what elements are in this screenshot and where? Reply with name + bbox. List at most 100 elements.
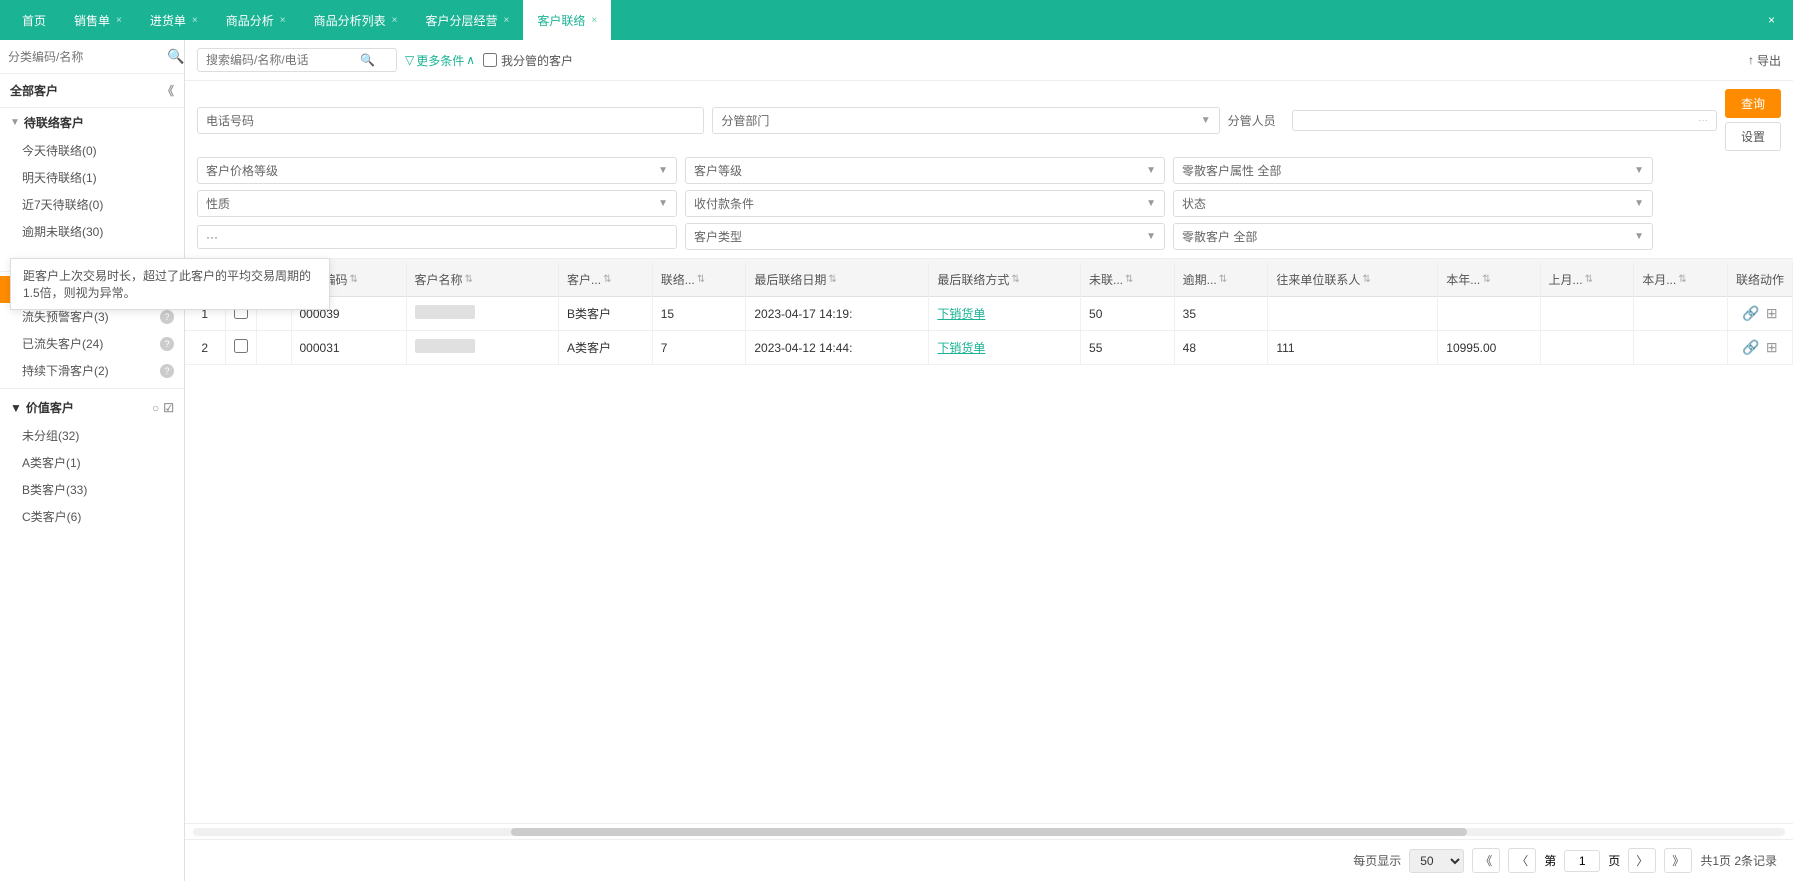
my-customers-checkbox-label[interactable]: 我分管的客户: [483, 52, 573, 69]
contact-person-sort-icon[interactable]: ⇅: [1362, 274, 1370, 285]
dept-field[interactable]: 分管部门 ▼: [712, 107, 1219, 134]
prev-page-button[interactable]: 〈: [1508, 848, 1536, 873]
page-input[interactable]: [1564, 850, 1600, 872]
first-page-button[interactable]: 《: [1472, 848, 1500, 873]
type-sort-icon[interactable]: ⇅: [603, 274, 611, 285]
status-field[interactable]: 状态 ▼: [1173, 190, 1653, 217]
retail-attr-field[interactable]: 零散客户属性 全部 ▼: [1173, 157, 1653, 184]
overdue-sort-icon[interactable]: ⇅: [1219, 274, 1227, 285]
status-dropdown-icon: ▼: [1634, 198, 1644, 209]
payment-dropdown-icon: ▼: [1146, 198, 1156, 209]
sidebar-all-customers-header: 全部客户 《: [0, 74, 184, 108]
sidebar-item-already-lost[interactable]: 已流失客户(24) ?: [0, 330, 184, 357]
row2-grid-icon[interactable]: ⊞: [1766, 339, 1778, 356]
name-sort-icon[interactable]: ⇅: [465, 274, 473, 285]
export-button[interactable]: ↑ 导出: [1748, 52, 1781, 69]
sidebar-search-icon[interactable]: 🔍: [167, 48, 184, 65]
sidebar-item-a-class[interactable]: A类客户(1): [0, 449, 184, 476]
pending-group-label[interactable]: ▼ 待联络客户: [0, 108, 184, 137]
sidebar-search-input[interactable]: [8, 50, 163, 64]
contact-sort-icon[interactable]: ⇅: [697, 274, 705, 285]
this-year-sort-icon[interactable]: ⇅: [1482, 274, 1490, 285]
nav-goods-analysis-list[interactable]: 商品分析列表 ×: [300, 0, 412, 40]
sidebar: 🔍 全部客户 《 ▼ 待联络客户 今天待联络(0) 明天待联络(1) 近7天待联…: [0, 40, 185, 881]
more-filter-dots[interactable]: ···: [197, 225, 677, 249]
payment-field[interactable]: 收付款条件 ▼: [685, 190, 1165, 217]
sidebar-collapse-icon[interactable]: 《: [162, 82, 174, 99]
next-page-button[interactable]: 〉: [1628, 848, 1656, 873]
row2-name-blur: [415, 339, 475, 353]
sidebar-item-b-class[interactable]: B类客户(33): [0, 476, 184, 503]
horizontal-scroll-area[interactable]: [185, 823, 1793, 839]
nav-goods-analysis[interactable]: 商品分析 ×: [212, 0, 300, 40]
nav-purchase[interactable]: 进货单 ×: [136, 0, 212, 40]
horizontal-scrollbar[interactable]: [193, 828, 1785, 836]
my-customers-checkbox[interactable]: [483, 53, 497, 67]
adv-filter-row1: 电话号码 分管部门 ▼ 分管人员 ··· 查询 设置: [197, 89, 1781, 151]
this-month-sort-icon[interactable]: ⇅: [1678, 274, 1686, 285]
last-way-sort-icon[interactable]: ⇅: [1011, 274, 1019, 285]
last-date-sort-icon[interactable]: ⇅: [828, 274, 836, 285]
close-customer-layered-tab[interactable]: ×: [503, 15, 509, 26]
row2-last-way[interactable]: 下销货单: [929, 331, 1081, 365]
phone-field[interactable]: 电话号码: [197, 107, 704, 134]
value-group-edit-icon[interactable]: ☑: [163, 401, 174, 415]
sidebar-item-today-pending[interactable]: 今天待联络(0): [0, 137, 184, 164]
sidebar-item-tomorrow-pending[interactable]: 明天待联络(1): [0, 164, 184, 191]
horizontal-scrollbar-thumb[interactable]: [511, 828, 1466, 836]
row1-last-way-link[interactable]: 下销货单: [937, 307, 985, 321]
row1-grid-icon[interactable]: ⊞: [1766, 305, 1778, 322]
row2-last-date: 2023-04-12 14:44:: [746, 331, 929, 365]
nav-customer-layered[interactable]: 客户分层经营 ×: [411, 0, 523, 40]
row1-last-date: 2023-04-17 14:19:: [746, 297, 929, 331]
more-conditions-button[interactable]: ▽ 更多条件 ∧: [405, 52, 475, 69]
close-purchase-tab[interactable]: ×: [192, 15, 198, 26]
row2-code[interactable]: 000031: [291, 331, 406, 365]
row2-check[interactable]: [225, 331, 256, 365]
row1-link-icon[interactable]: 🔗: [1742, 305, 1759, 322]
sidebar-item-ungrouped[interactable]: 未分组(32): [0, 422, 184, 449]
close-goods-analysis-tab[interactable]: ×: [280, 15, 286, 26]
gender-dropdown-icon: ▼: [658, 198, 668, 209]
query-button[interactable]: 查询: [1725, 89, 1781, 118]
row2-link-icon[interactable]: 🔗: [1742, 339, 1759, 356]
row2-contact-person: 111: [1268, 331, 1438, 365]
code-sort-icon[interactable]: ⇅: [350, 274, 358, 285]
export-icon: ↑: [1748, 53, 1754, 67]
customer-type-field[interactable]: 客户类型 ▼: [685, 223, 1165, 250]
close-goods-list-tab[interactable]: ×: [392, 15, 398, 26]
row2-last-way-link[interactable]: 下销货单: [937, 341, 985, 355]
price-level-dropdown-icon: ▼: [658, 165, 668, 176]
last-page-button[interactable]: 》: [1664, 848, 1692, 873]
last-month-sort-icon[interactable]: ⇅: [1585, 274, 1593, 285]
nav-sales[interactable]: 销售单 ×: [60, 0, 136, 40]
sidebar-item-c-class[interactable]: C类客户(6): [0, 503, 184, 530]
row2-num: 2: [185, 331, 225, 365]
search-input[interactable]: [206, 53, 356, 67]
row1-last-way[interactable]: 下销货单: [929, 297, 1081, 331]
gender-field[interactable]: 性质 ▼: [197, 190, 677, 217]
value-group-circle-icon[interactable]: ○: [152, 401, 159, 415]
per-page-select[interactable]: 50 20 100: [1409, 849, 1464, 873]
nav-home[interactable]: 首页: [8, 0, 60, 40]
close-sales-tab[interactable]: ×: [116, 15, 122, 26]
settings-button[interactable]: 设置: [1725, 122, 1781, 151]
row1-last-month: [1540, 297, 1634, 331]
manager-input[interactable]: ···: [1292, 110, 1717, 131]
price-level-field[interactable]: 客户价格等级 ▼: [197, 157, 677, 184]
row1-name[interactable]: [406, 297, 559, 331]
nav-customer-contact[interactable]: 客户联络 ×: [523, 0, 611, 40]
row1-this-year: [1438, 297, 1540, 331]
sidebar-item-continuous-decline[interactable]: 持续下滑客户(2) ?: [0, 357, 184, 384]
row2-checkbox[interactable]: [234, 339, 248, 353]
customer-level-field[interactable]: 客户等级 ▼: [685, 157, 1165, 184]
row2-name[interactable]: [406, 331, 559, 365]
close-all-button[interactable]: ×: [1758, 11, 1785, 29]
retail-customer-field[interactable]: 零散客户 全部 ▼: [1173, 223, 1653, 250]
sidebar-item-7days-pending[interactable]: 近7天待联络(0): [0, 191, 184, 218]
close-customer-contact-tab[interactable]: ×: [591, 15, 597, 26]
search-button-icon[interactable]: 🔍: [360, 53, 375, 67]
sidebar-item-overdue-pending[interactable]: 逾期未联络(30): [0, 218, 184, 245]
uncontacted-sort-icon[interactable]: ⇅: [1125, 274, 1133, 285]
col-this-month-header: 本月...⇅: [1634, 263, 1728, 297]
